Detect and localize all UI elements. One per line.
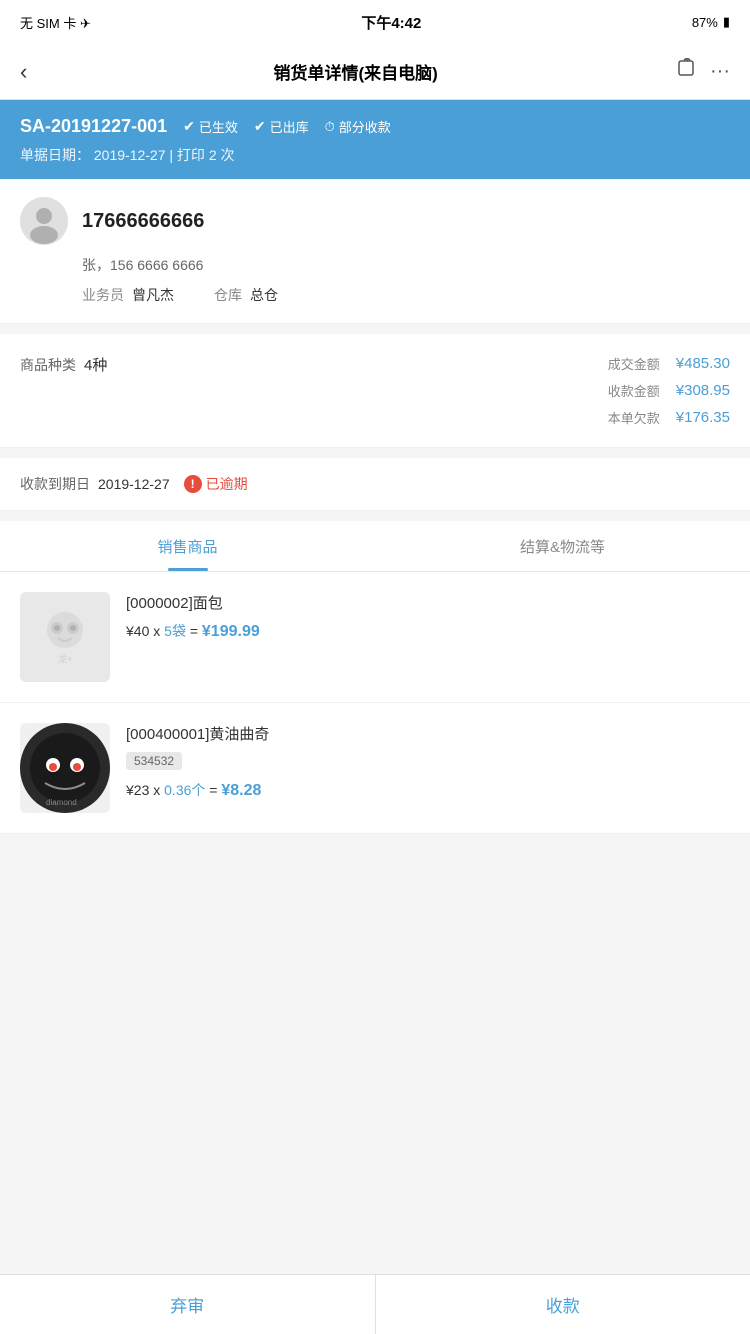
- customer-meta: 业务员 曾凡杰 仓库 总仓: [20, 285, 730, 305]
- overdue-badge: ! 已逾期: [184, 474, 248, 494]
- status-effective: ✔ 已生效: [183, 117, 238, 136]
- customer-section: 17666666666 张，156 6666 6666 业务员 曾凡杰 仓库 总…: [0, 179, 750, 324]
- salesperson-value: 曾凡杰: [132, 285, 174, 305]
- product-price-cookies: ¥23 x 0.36个 = ¥8.28: [126, 780, 730, 800]
- nav-actions: ···: [676, 58, 730, 86]
- salesperson-label: 业务员: [82, 285, 124, 305]
- share-icon[interactable]: [676, 58, 698, 86]
- product-item-2: diamond [000400001]黄油曲奇 534532 ¥23 x 0.3…: [0, 703, 750, 834]
- check-icon-1: ✔: [183, 118, 195, 135]
- status-time: 下午4:42: [361, 12, 421, 33]
- overdue-text: 已逾期: [206, 474, 248, 494]
- product-name-bread: [0000002]面包: [126, 592, 730, 613]
- customer-phone: 17666666666: [82, 210, 204, 233]
- product-qty-cookies: 0.36个: [164, 782, 205, 798]
- collected-row: 收款金额 ¥308.95: [600, 381, 730, 400]
- bottom-bar: 弃审 收款: [0, 1274, 750, 1334]
- product-types: 商品种类 4种: [20, 354, 107, 375]
- customer-contact: 张，156 6666 6666: [20, 255, 730, 275]
- product-info-cookies: [000400001]黄油曲奇 534532 ¥23 x 0.36个 = ¥8.…: [126, 723, 730, 813]
- order-date: 单据日期： 2019-12-27 | 打印 2 次: [20, 145, 730, 165]
- tabs-row: 销售商品 结算&物流等: [0, 521, 750, 571]
- deal-amount-row: 成交金额 ¥485.30: [600, 354, 730, 373]
- status-right: 87% ▮: [692, 14, 730, 30]
- page-title: 销货单详情(来自电脑): [35, 59, 676, 84]
- nav-bar: ‹ 销货单详情(来自电脑) ···: [0, 44, 750, 100]
- product-info-bread: [0000002]面包 ¥40 x 5袋 = ¥199.99: [126, 592, 730, 682]
- stats-left: 商品种类 4种: [20, 354, 107, 375]
- order-id: SA-20191227-001: [20, 116, 167, 137]
- reject-button[interactable]: 弃审: [0, 1275, 376, 1334]
- warehouse-item: 仓库 总仓: [214, 285, 278, 305]
- status-left: 无 SIM 卡 ✈: [20, 13, 91, 32]
- product-qty-bread: 5袋: [164, 623, 186, 639]
- warehouse-value: 总仓: [250, 285, 278, 305]
- product-badge-cookies: 534532: [126, 752, 182, 770]
- collected-label: 收款金额: [600, 381, 660, 400]
- svg-text:龙+: 龙+: [58, 653, 72, 664]
- owed-row: 本单欠款 ¥176.35: [600, 408, 730, 427]
- overdue-icon: !: [184, 475, 202, 493]
- product-total-bread: ¥199.99: [202, 623, 260, 640]
- owed-label: 本单欠款: [600, 408, 660, 427]
- battery-icon: ▮: [723, 14, 730, 30]
- product-name-cookies: [000400001]黄油曲奇: [126, 723, 730, 744]
- status-shipped: ✔ 已出库: [254, 117, 309, 136]
- status-partial: ⏱ 部分收款: [325, 117, 391, 136]
- back-button[interactable]: ‹: [12, 51, 35, 93]
- product-image-bread: 龙+: [20, 592, 110, 682]
- products-section: 龙+ [0000002]面包 ¥40 x 5袋 = ¥199.99: [0, 572, 750, 834]
- due-section: 收款到期日 2019-12-27 ! 已逾期: [0, 458, 750, 511]
- deal-amount-value: ¥485.30: [676, 355, 730, 372]
- svg-text:diamond: diamond: [46, 798, 77, 807]
- check-icon-2: ✔: [254, 118, 266, 135]
- order-header: SA-20191227-001 ✔ 已生效 ✔ 已出库 ⏱ 部分收款 单据日期：…: [0, 100, 750, 179]
- tabs-section: 销售商品 结算&物流等: [0, 521, 750, 572]
- status-bar: 无 SIM 卡 ✈ 下午4:42 87% ▮: [0, 0, 750, 44]
- owed-value: ¥176.35: [676, 409, 730, 426]
- deal-amount-label: 成交金额: [600, 354, 660, 373]
- collect-button[interactable]: 收款: [376, 1275, 750, 1334]
- battery-level: 87%: [692, 15, 718, 30]
- product-image-cookies: diamond: [20, 723, 110, 813]
- salesperson-item: 业务员 曾凡杰: [82, 285, 174, 305]
- stats-section: 商品种类 4种 成交金额 ¥485.30 收款金额 ¥308.95 本单欠款 ¥…: [0, 334, 750, 448]
- avatar: [20, 197, 68, 245]
- due-date-value: 2019-12-27: [98, 476, 170, 492]
- product-total-cookies: ¥8.28: [221, 782, 261, 799]
- product-item: 龙+ [0000002]面包 ¥40 x 5袋 = ¥199.99: [0, 572, 750, 703]
- more-icon[interactable]: ···: [710, 60, 730, 83]
- warehouse-label: 仓库: [214, 285, 242, 305]
- clock-icon: ⏱: [325, 119, 335, 135]
- due-label: 收款到期日: [20, 474, 90, 494]
- tab-sales-products[interactable]: 销售商品: [0, 521, 375, 571]
- stats-right: 成交金额 ¥485.30 收款金额 ¥308.95 本单欠款 ¥176.35: [600, 354, 730, 427]
- product-price-bread: ¥40 x 5袋 = ¥199.99: [126, 621, 730, 641]
- collected-value: ¥308.95: [676, 382, 730, 399]
- tab-settlement[interactable]: 结算&物流等: [375, 521, 750, 571]
